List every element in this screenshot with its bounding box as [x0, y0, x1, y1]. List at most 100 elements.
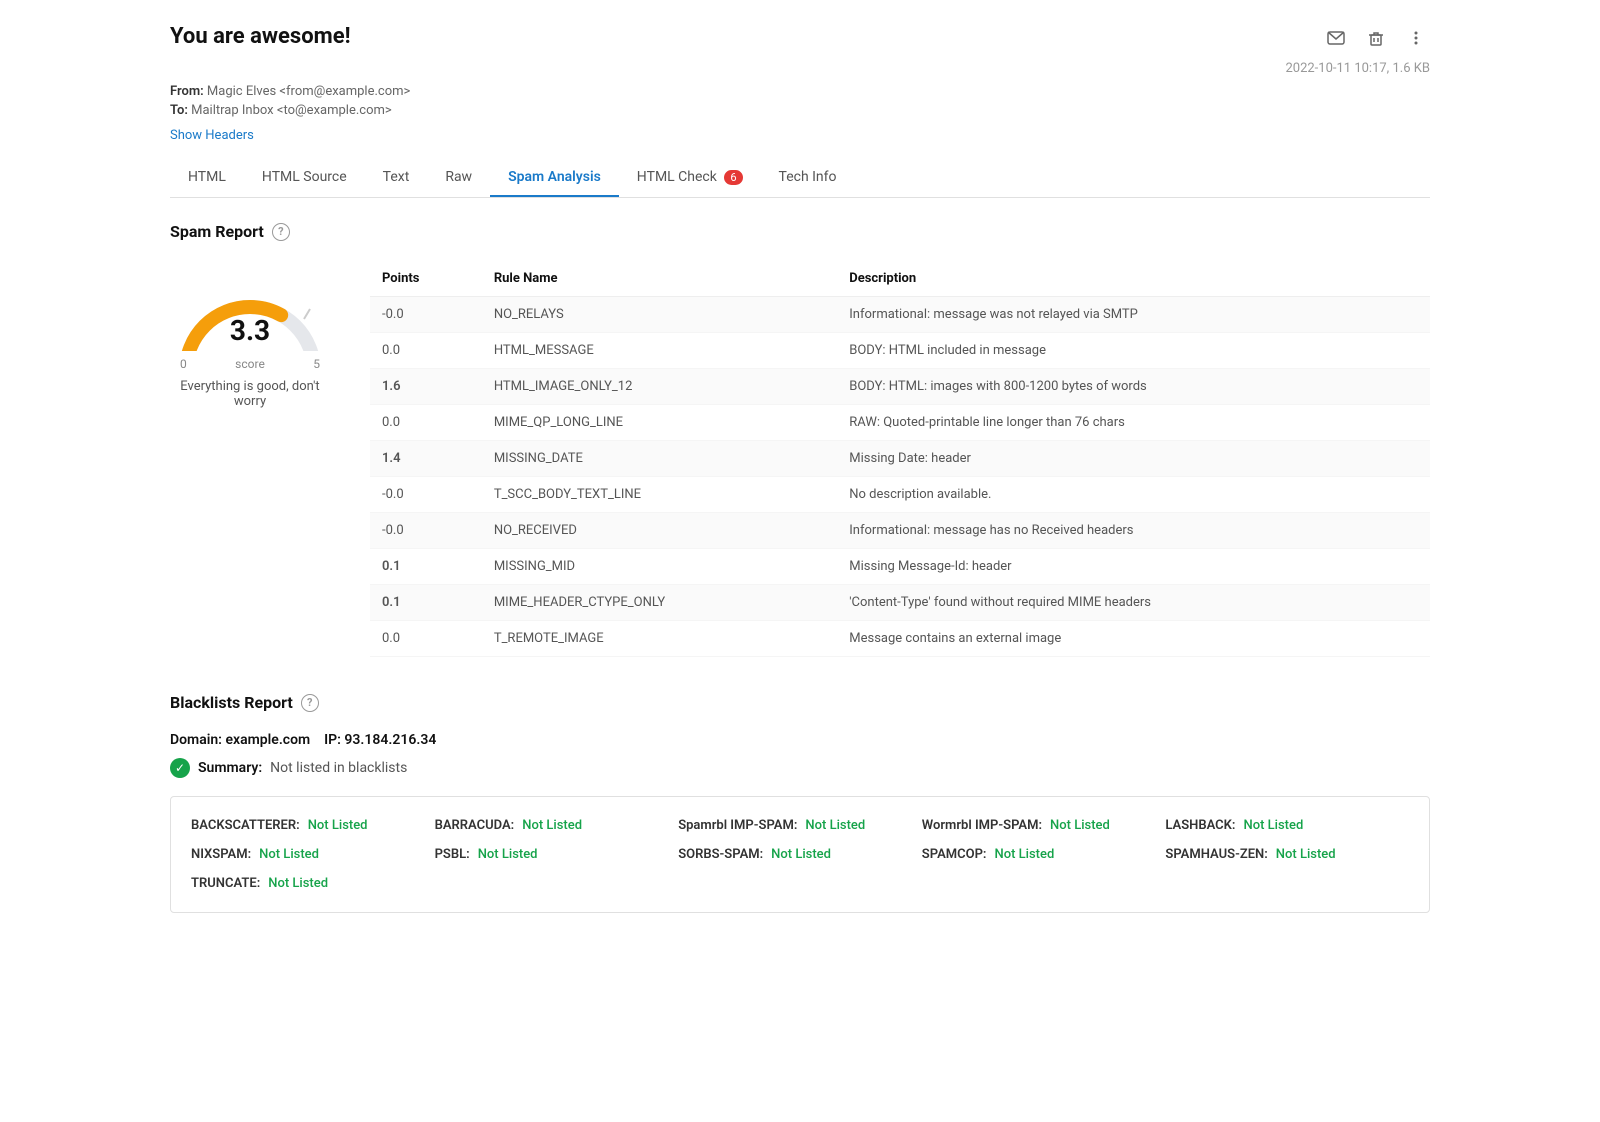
table-row: 0.0 T_REMOTE_IMAGE Message contains an e… — [370, 621, 1430, 657]
blacklist-name: SPAMCOP: — [922, 847, 987, 862]
blacklist-status: Not Listed — [771, 847, 831, 862]
blacklists-help-icon[interactable]: ? — [301, 694, 319, 712]
cell-description: BODY: HTML included in message — [837, 333, 1430, 369]
cell-rule: NO_RELAYS — [482, 297, 837, 333]
blacklist-item: PSBL: Not Listed — [435, 842, 679, 867]
tab-tech-info[interactable]: Tech Info — [761, 159, 855, 197]
spam-report-title: Spam Report ? — [170, 222, 1430, 241]
spam-table: Points Rule Name Description -0.0 NO_REL… — [370, 261, 1430, 657]
cell-description: Missing Message-Id: header — [837, 549, 1430, 585]
blacklist-status: Not Listed — [522, 818, 582, 833]
spam-report-help-icon[interactable]: ? — [272, 223, 290, 241]
cell-rule: MIME_HEADER_CTYPE_ONLY — [482, 585, 837, 621]
cell-points: 1.6 — [370, 369, 482, 405]
blacklist-status: Not Listed — [259, 847, 319, 862]
blacklist-name: Wormrbl IMP-SPAM: — [922, 818, 1042, 833]
blacklist-grid: BACKSCATTERER: Not Listed BARRACUDA: Not… — [170, 796, 1430, 913]
tab-html-check[interactable]: HTML Check 6 — [619, 159, 761, 197]
table-row: 0.0 MIME_QP_LONG_LINE RAW: Quoted-printa… — [370, 405, 1430, 441]
blacklist-item: Spamrbl IMP-SPAM: Not Listed — [678, 813, 922, 838]
cell-rule: MIME_QP_LONG_LINE — [482, 405, 837, 441]
table-row: -0.0 NO_RECEIVED Informational: message … — [370, 513, 1430, 549]
cell-points: -0.0 — [370, 477, 482, 513]
cell-rule: NO_RECEIVED — [482, 513, 837, 549]
cell-description: Informational: message was not relayed v… — [837, 297, 1430, 333]
blacklist-status: Not Listed — [478, 847, 538, 862]
domain-ip-line: Domain: example.com IP: 93.184.216.34 — [170, 732, 1430, 748]
check-icon: ✓ — [170, 758, 190, 778]
cell-points: -0.0 — [370, 513, 482, 549]
cell-rule: HTML_IMAGE_ONLY_12 — [482, 369, 837, 405]
gauge-score: 3.3 — [230, 314, 270, 347]
blacklist-name: BACKSCATTERER: — [191, 818, 300, 833]
table-row: -0.0 NO_RELAYS Informational: message wa… — [370, 297, 1430, 333]
from-line: From: Magic Elves <from@example.com> — [170, 84, 1430, 99]
tab-html-source[interactable]: HTML Source — [244, 159, 365, 197]
blacklist-status: Not Listed — [268, 876, 328, 891]
col-rule-name: Rule Name — [482, 261, 837, 297]
date-size: 2022-10-11 10:17, 1.6 KB — [1285, 61, 1430, 76]
cell-rule: T_SCC_BODY_TEXT_LINE — [482, 477, 837, 513]
blacklist-status: Not Listed — [805, 818, 865, 833]
blacklist-item: BACKSCATTERER: Not Listed — [191, 813, 435, 838]
blacklists-section: Blacklists Report ? Domain: example.com … — [170, 693, 1430, 913]
table-row: 0.1 MIME_HEADER_CTYPE_ONLY 'Content-Type… — [370, 585, 1430, 621]
forward-button[interactable] — [1322, 24, 1350, 57]
table-row: -0.0 T_SCC_BODY_TEXT_LINE No description… — [370, 477, 1430, 513]
cell-points: 0.0 — [370, 621, 482, 657]
tab-bar: HTML HTML Source Text Raw Spam Analysis … — [170, 159, 1430, 198]
blacklist-item: Wormrbl IMP-SPAM: Not Listed — [922, 813, 1166, 838]
blacklist-status: Not Listed — [1050, 818, 1110, 833]
more-button[interactable] — [1402, 24, 1430, 57]
tab-raw[interactable]: Raw — [427, 159, 490, 197]
cell-points: 0.1 — [370, 585, 482, 621]
gauge-message: Everything is good, don't worry — [180, 379, 320, 409]
blacklist-item: TRUNCATE: Not Listed — [191, 871, 435, 896]
blacklist-item: SPAMCOP: Not Listed — [922, 842, 1166, 867]
col-description: Description — [837, 261, 1430, 297]
blacklist-name: TRUNCATE: — [191, 876, 260, 891]
delete-button[interactable] — [1362, 24, 1390, 57]
cell-rule: HTML_MESSAGE — [482, 333, 837, 369]
email-title: You are awesome! — [170, 24, 351, 49]
cell-description: 'Content-Type' found without required MI… — [837, 585, 1430, 621]
cell-description: BODY: HTML: images with 800-1200 bytes o… — [837, 369, 1430, 405]
blacklists-title: Blacklists Report ? — [170, 693, 1430, 712]
cell-description: No description available. — [837, 477, 1430, 513]
cell-points: -0.0 — [370, 297, 482, 333]
cell-description: Missing Date: header — [837, 441, 1430, 477]
tab-text[interactable]: Text — [365, 159, 428, 197]
cell-points: 0.0 — [370, 333, 482, 369]
blacklist-item: LASHBACK: Not Listed — [1165, 813, 1409, 838]
to-line: To: Mailtrap Inbox <to@example.com> — [170, 103, 1430, 118]
cell-rule: MISSING_MID — [482, 549, 837, 585]
cell-rule: T_REMOTE_IMAGE — [482, 621, 837, 657]
show-headers-link[interactable]: Show Headers — [170, 128, 254, 143]
tab-spam-analysis[interactable]: Spam Analysis — [490, 159, 619, 197]
cell-description: RAW: Quoted-printable line longer than 7… — [837, 405, 1430, 441]
cell-description: Message contains an external image — [837, 621, 1430, 657]
blacklist-status: Not Listed — [1243, 818, 1303, 833]
blacklist-name: NIXSPAM: — [191, 847, 251, 862]
summary-row: ✓ Summary: Not listed in blacklists — [170, 758, 1430, 778]
html-check-badge: 6 — [724, 170, 742, 185]
gauge-labels: 0 score 5 — [180, 357, 320, 371]
blacklist-item: BARRACUDA: Not Listed — [435, 813, 679, 838]
blacklist-name: BARRACUDA: — [435, 818, 515, 833]
table-row: 0.1 MISSING_MID Missing Message-Id: head… — [370, 549, 1430, 585]
col-points: Points — [370, 261, 482, 297]
blacklist-name: PSBL: — [435, 847, 470, 862]
blacklist-status: Not Listed — [1276, 847, 1336, 862]
tab-html[interactable]: HTML — [170, 159, 244, 197]
blacklist-item: SORBS-SPAM: Not Listed — [678, 842, 922, 867]
table-row: 1.6 HTML_IMAGE_ONLY_12 BODY: HTML: image… — [370, 369, 1430, 405]
table-row: 1.4 MISSING_DATE Missing Date: header — [370, 441, 1430, 477]
blacklist-name: SPAMHAUS-ZEN: — [1165, 847, 1267, 862]
cell-points: 1.4 — [370, 441, 482, 477]
blacklist-item: NIXSPAM: Not Listed — [191, 842, 435, 867]
blacklist-status: Not Listed — [308, 818, 368, 833]
blacklist-name: Spamrbl IMP-SPAM: — [678, 818, 797, 833]
cell-points: 0.0 — [370, 405, 482, 441]
spam-gauge: 3.3 0 score 5 Everything is good, don't … — [170, 261, 330, 409]
cell-rule: MISSING_DATE — [482, 441, 837, 477]
